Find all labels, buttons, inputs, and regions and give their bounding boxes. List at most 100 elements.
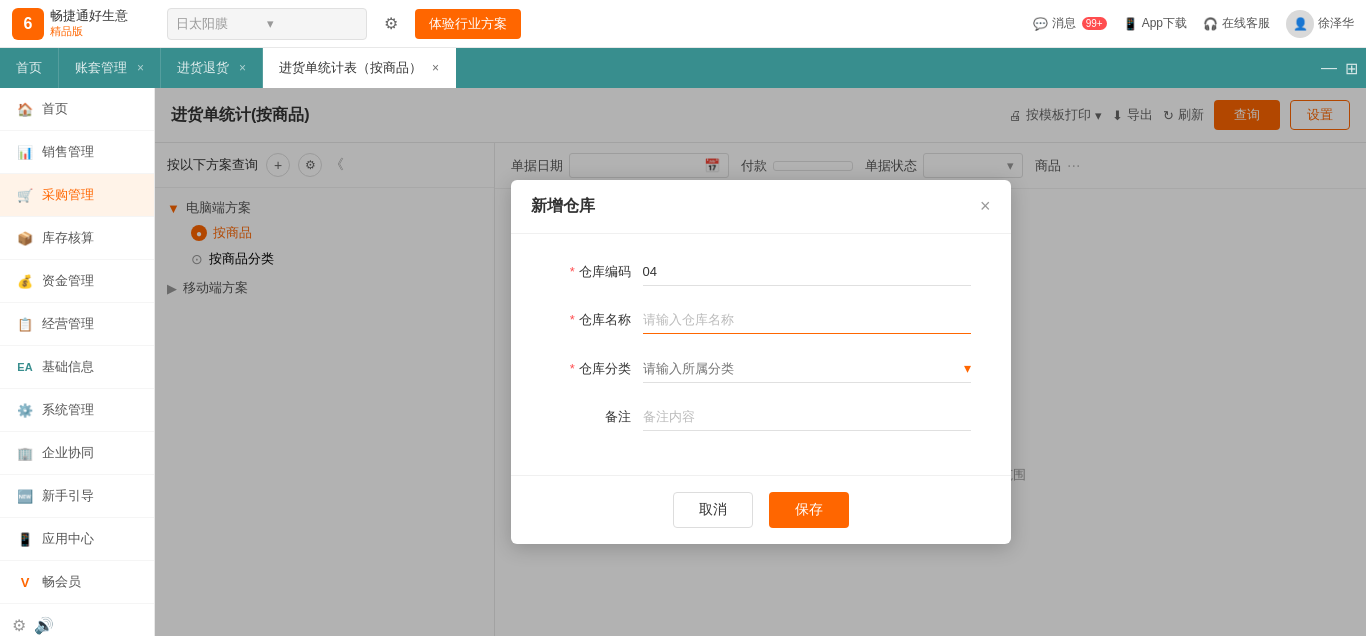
sidebar-item-vip[interactable]: V 畅会员 <box>0 561 154 604</box>
warehouse-name-input[interactable] <box>643 306 971 334</box>
app-edition: 精品版 <box>50 24 128 39</box>
home-icon: 🏠 <box>16 100 34 118</box>
mobile-icon: 📱 <box>1123 17 1138 31</box>
cancel-button[interactable]: 取消 <box>673 492 753 528</box>
search-dropdown-icon: ▾ <box>267 16 358 31</box>
tab-purchase-return-label: 进货退货 <box>177 59 229 77</box>
sidebar-item-operation[interactable]: 📋 经营管理 <box>0 303 154 346</box>
apps-icon: 📱 <box>16 530 34 548</box>
form-row-code: 仓库编码 <box>551 258 971 286</box>
tab-purchase-stats-label: 进货单统计表（按商品） <box>279 59 422 77</box>
sidebar-item-home[interactable]: 🏠 首页 <box>0 88 154 131</box>
message-icon: 💬 <box>1033 17 1048 31</box>
settings-bottom-icon[interactable]: ⚙ <box>12 616 26 635</box>
warehouse-code-input[interactable] <box>643 258 971 286</box>
sidebar-item-sales-label: 销售管理 <box>42 143 94 161</box>
tab-purchase-stats-close[interactable]: × <box>432 61 439 75</box>
sidebar-bottom: ⚙ 🔊 <box>0 604 154 636</box>
tab-purchase-stats[interactable]: 进货单统计表（按商品） × <box>263 48 456 88</box>
tab-account-label: 账套管理 <box>75 59 127 77</box>
sidebar-item-home-label: 首页 <box>42 100 68 118</box>
code-label: 仓库编码 <box>551 263 631 281</box>
operation-icon: 📋 <box>16 315 34 333</box>
modal-close-btn[interactable]: × <box>980 196 991 217</box>
inventory-icon: 📦 <box>16 229 34 247</box>
modal-header: 新增仓库 × <box>511 180 1011 234</box>
form-row-remark: 备注 <box>551 403 971 431</box>
tab-maximize-icon[interactable]: ⊞ <box>1345 59 1358 78</box>
vip-icon: V <box>16 573 34 591</box>
form-row-category: 仓库分类 ▾ <box>551 354 971 383</box>
remark-input[interactable] <box>643 403 971 431</box>
sidebar-item-apps[interactable]: 📱 应用中心 <box>0 518 154 561</box>
message-badge: 99+ <box>1082 17 1107 30</box>
settings-icon[interactable]: ⚙ <box>375 8 407 40</box>
sidebar-item-inventory-label: 库存核算 <box>42 229 94 247</box>
sidebar-item-enterprise-label: 企业协同 <box>42 444 94 462</box>
tab-controls: — ⊞ <box>1313 48 1366 88</box>
sidebar-item-capital-label: 资金管理 <box>42 272 94 290</box>
tab-home-label: 首页 <box>16 59 42 77</box>
tab-purchase-return-close[interactable]: × <box>239 61 246 75</box>
sidebar-item-vip-label: 畅会员 <box>42 573 81 591</box>
sidebar-item-basic[interactable]: EA 基础信息 <box>0 346 154 389</box>
tab-bar: 首页 账套管理 × 进货退货 × 进货单统计表（按商品） × — ⊞ <box>0 48 1366 88</box>
content-area: 进货单统计(按商品) 🖨 按模板打印 ▾ ⬇ 导出 ↻ 刷新 <box>155 88 1366 636</box>
app-name: 畅捷通好生意 <box>50 8 128 25</box>
headset-icon: 🎧 <box>1203 17 1218 31</box>
avatar: 👤 <box>1286 10 1314 38</box>
remark-label: 备注 <box>551 408 631 426</box>
sidebar: 🏠 首页 📊 销售管理 🛒 采购管理 📦 库存核算 💰 资金管理 📋 经营管理 … <box>0 88 155 636</box>
header-right: 💬 消息 99+ 📱 App下载 🎧 在线客服 👤 徐泽华 <box>1033 10 1354 38</box>
modal-footer: 取消 保存 <box>511 475 1011 544</box>
sidebar-item-purchase[interactable]: 🛒 采购管理 <box>0 174 154 217</box>
sidebar-item-guide[interactable]: 🆕 新手引导 <box>0 475 154 518</box>
category-label: 仓库分类 <box>551 360 631 378</box>
sidebar-item-operation-label: 经营管理 <box>42 315 94 333</box>
category-input[interactable] <box>643 361 964 376</box>
online-service-btn[interactable]: 🎧 在线客服 <box>1203 15 1270 32</box>
tab-account-close[interactable]: × <box>137 61 144 75</box>
sidebar-item-system[interactable]: ⚙️ 系统管理 <box>0 389 154 432</box>
system-icon: ⚙️ <box>16 401 34 419</box>
enterprise-icon: 🏢 <box>16 444 34 462</box>
sidebar-item-sales[interactable]: 📊 销售管理 <box>0 131 154 174</box>
modal-overlay: 新增仓库 × 仓库编码 仓库名称 仓库分类 <box>155 88 1366 636</box>
sidebar-item-guide-label: 新手引导 <box>42 487 94 505</box>
basic-icon: EA <box>16 358 34 376</box>
save-button[interactable]: 保存 <box>769 492 849 528</box>
tab-purchase-return[interactable]: 进货退货 × <box>161 48 263 88</box>
name-label: 仓库名称 <box>551 311 631 329</box>
sidebar-item-basic-label: 基础信息 <box>42 358 94 376</box>
sidebar-item-capital[interactable]: 💰 资金管理 <box>0 260 154 303</box>
volume-icon[interactable]: 🔊 <box>34 616 54 635</box>
sidebar-item-apps-label: 应用中心 <box>42 530 94 548</box>
tab-account[interactable]: 账套管理 × <box>59 48 161 88</box>
tab-minimize-icon[interactable]: — <box>1321 59 1337 77</box>
category-dropdown-icon: ▾ <box>964 360 971 376</box>
purchase-icon: 🛒 <box>16 186 34 204</box>
tab-home[interactable]: 首页 <box>0 48 59 88</box>
guide-icon: 🆕 <box>16 487 34 505</box>
user-profile[interactable]: 👤 徐泽华 <box>1286 10 1354 38</box>
app-logo-icon: 6 <box>12 8 44 40</box>
form-row-name: 仓库名称 <box>551 306 971 334</box>
sidebar-item-purchase-label: 采购管理 <box>42 186 94 204</box>
sidebar-item-inventory[interactable]: 📦 库存核算 <box>0 217 154 260</box>
search-text: 日太阳膜 <box>176 15 267 33</box>
main-layout: 🏠 首页 📊 销售管理 🛒 采购管理 📦 库存核算 💰 资金管理 📋 经营管理 … <box>0 88 1366 636</box>
capital-icon: 💰 <box>16 272 34 290</box>
add-warehouse-modal: 新增仓库 × 仓库编码 仓库名称 仓库分类 <box>511 180 1011 544</box>
header-search[interactable]: 日太阳膜 ▾ <box>167 8 367 40</box>
logo-area: 6 畅捷通好生意 精品版 <box>12 8 167 40</box>
top-header: 6 畅捷通好生意 精品版 日太阳膜 ▾ ⚙ 体验行业方案 💬 消息 99+ 📱 … <box>0 0 1366 48</box>
app-download-btn[interactable]: 📱 App下载 <box>1123 15 1187 32</box>
category-select[interactable]: ▾ <box>643 354 971 383</box>
sidebar-item-system-label: 系统管理 <box>42 401 94 419</box>
modal-title: 新增仓库 <box>531 196 595 217</box>
modal-body: 仓库编码 仓库名称 仓库分类 ▾ <box>511 234 1011 475</box>
trial-button[interactable]: 体验行业方案 <box>415 9 521 39</box>
sidebar-item-enterprise[interactable]: 🏢 企业协同 <box>0 432 154 475</box>
sales-icon: 📊 <box>16 143 34 161</box>
message-btn[interactable]: 💬 消息 99+ <box>1033 15 1107 32</box>
